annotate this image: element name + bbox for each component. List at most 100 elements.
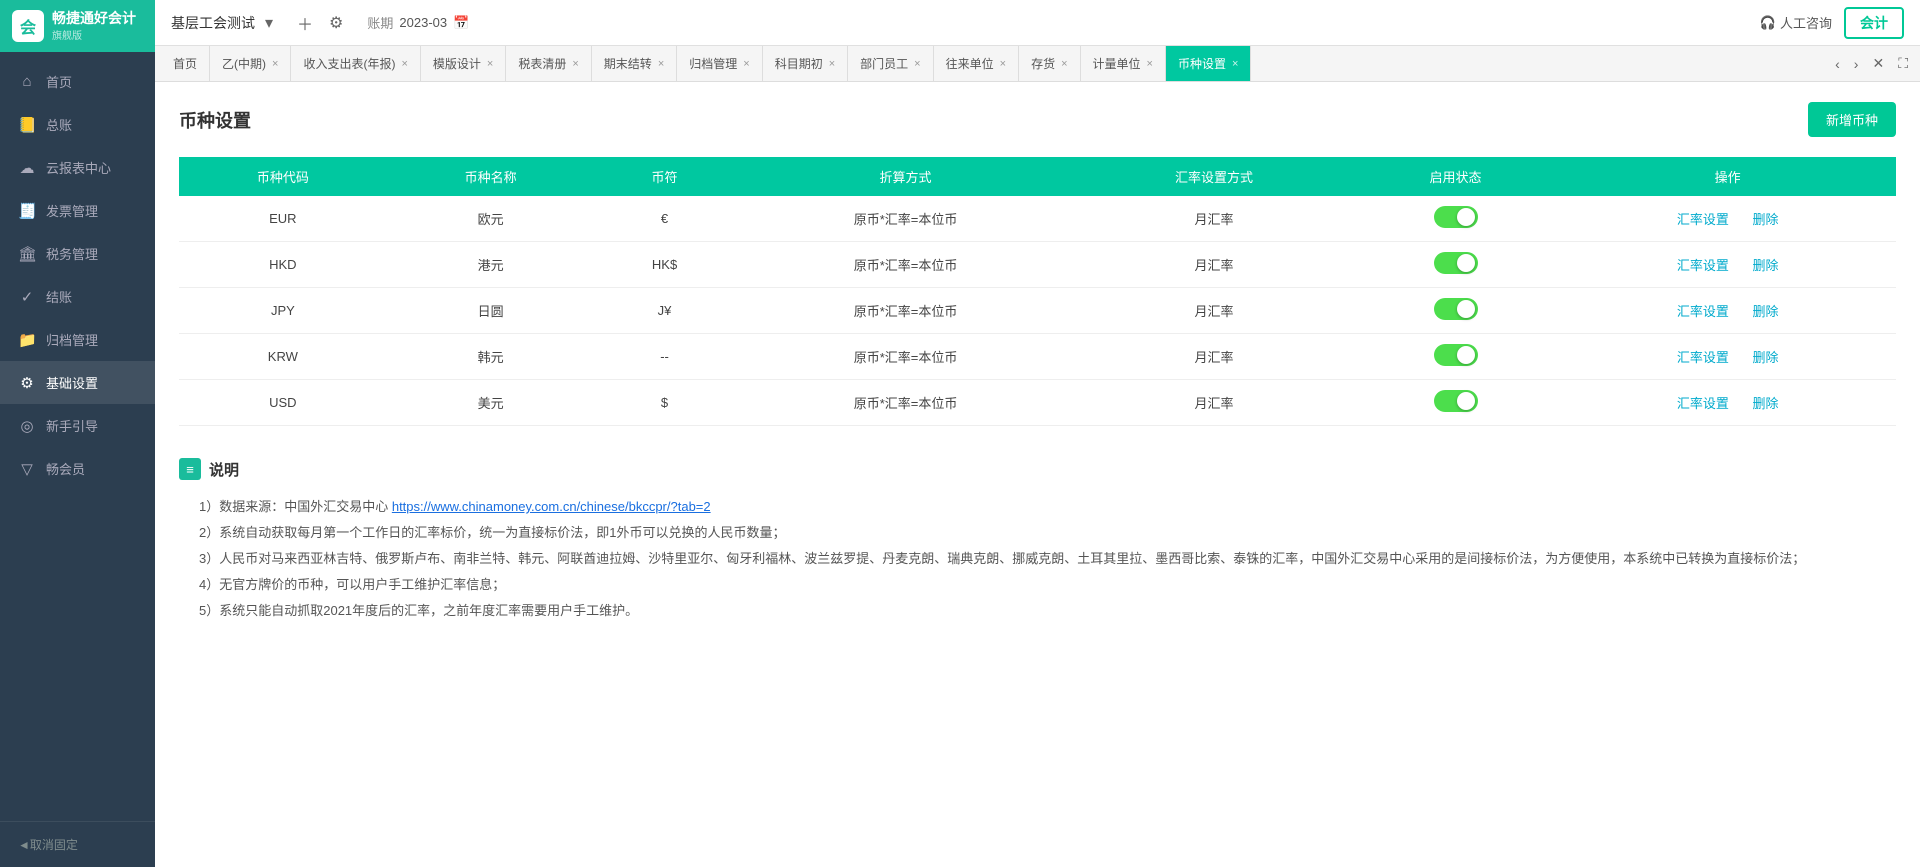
sidebar-item-reports[interactable]: ☁ 云报表中心 [0, 146, 155, 189]
cell-rate-type: 月汇率 [1076, 288, 1351, 334]
tab-stock[interactable]: 存货 × [1019, 46, 1080, 82]
calendar-icon[interactable]: 📅 [453, 15, 469, 31]
period-selector: 账期 2023-03 📅 [367, 13, 469, 32]
tab-template[interactable]: 模版设计 × [421, 46, 506, 82]
toggle-thumb [1457, 392, 1475, 410]
cell-status [1352, 288, 1560, 334]
tab-period-end[interactable]: 期末结转 × [592, 46, 677, 82]
rate-setting-link[interactable]: 汇率设置 [1677, 212, 1729, 227]
tabs-close-all-icon[interactable]: ✕ [1866, 51, 1890, 76]
period-label: 账期 [367, 13, 393, 32]
delete-link[interactable]: 删除 [1753, 304, 1779, 319]
tab-close-archive[interactable]: × [743, 58, 749, 70]
tab-close-unit[interactable]: × [1147, 58, 1153, 70]
status-toggle[interactable] [1434, 390, 1478, 412]
sidebar-item-tax[interactable]: 🏛 税务管理 [0, 232, 155, 275]
rate-setting-link[interactable]: 汇率设置 [1677, 396, 1729, 411]
tab-close-partner[interactable]: × [1000, 58, 1006, 70]
tab-subject-init[interactable]: 科目期初 × [763, 46, 848, 82]
sidebar-pin-toggle[interactable]: ◄取消固定 [0, 821, 155, 867]
cell-rate-type: 月汇率 [1076, 242, 1351, 288]
cell-action: 汇率设置 删除 [1559, 196, 1896, 242]
guide-icon: ◎ [18, 417, 36, 435]
tab-archive[interactable]: 归档管理 × [677, 46, 762, 82]
settlement-icon: ✓ [18, 288, 36, 306]
delete-link[interactable]: 删除 [1753, 350, 1779, 365]
tab-dept[interactable]: 部门员工 × [848, 46, 933, 82]
col-conversion: 折算方式 [735, 157, 1077, 196]
tabs-maximize-icon[interactable]: ⛶ [1892, 51, 1914, 76]
add-icon[interactable]: ＋ [293, 7, 317, 39]
cell-symbol: $ [594, 380, 734, 426]
tab-close-income[interactable]: × [401, 58, 407, 70]
sidebar-logo: 会 畅捷通好会计 旗舰版 [0, 0, 155, 52]
toggle-thumb [1457, 208, 1475, 226]
status-toggle[interactable] [1434, 206, 1478, 228]
sidebar-label-home: 首页 [46, 72, 72, 91]
archive-icon: 📁 [18, 331, 36, 349]
table-row: KRW 韩元 -- 原币*汇率=本位币 月汇率 汇率设置 删除 [179, 334, 1896, 380]
delete-link[interactable]: 删除 [1753, 212, 1779, 227]
tab-close-subject-init[interactable]: × [829, 58, 835, 70]
sidebar-item-settlement[interactable]: ✓ 结账 [0, 275, 155, 318]
cell-conversion: 原币*汇率=本位币 [735, 242, 1077, 288]
tab-close-stock[interactable]: × [1061, 58, 1067, 70]
status-toggle[interactable] [1434, 344, 1478, 366]
table-row: HKD 港元 HK$ 原币*汇率=本位币 月汇率 汇率设置 删除 [179, 242, 1896, 288]
sidebar-item-basic[interactable]: ⚙ 基础设置 [0, 361, 155, 404]
table-row: EUR 欧元 € 原币*汇率=本位币 月汇率 汇率设置 删除 [179, 196, 1896, 242]
tab-home[interactable]: 首页 [161, 46, 210, 82]
tab-close-dept[interactable]: × [914, 58, 920, 70]
tab-label-subject-init: 科目期初 [775, 55, 823, 72]
toggle-thumb [1457, 300, 1475, 318]
company-dropdown-icon[interactable]: ▾ [261, 9, 277, 37]
user-role-button[interactable]: 会计 [1844, 7, 1904, 39]
delete-link[interactable]: 删除 [1753, 396, 1779, 411]
tab-tax[interactable]: 税表清册 × [506, 46, 591, 82]
tab-close-balance[interactable]: × [272, 58, 278, 70]
toggle-thumb [1457, 254, 1475, 272]
sidebar-item-guide[interactable]: ◎ 新手引导 [0, 404, 155, 447]
ledger-icon: 📒 [18, 116, 36, 134]
status-toggle[interactable] [1434, 298, 1478, 320]
sidebar-item-home[interactable]: ⌂ 首页 [0, 60, 155, 103]
tab-close-currency[interactable]: × [1232, 58, 1238, 70]
period-value[interactable]: 2023-03 [399, 15, 447, 30]
rate-setting-link[interactable]: 汇率设置 [1677, 258, 1729, 273]
rate-setting-link[interactable]: 汇率设置 [1677, 304, 1729, 319]
tab-close-template[interactable]: × [487, 58, 493, 70]
sidebar-item-archive[interactable]: 📁 归档管理 [0, 318, 155, 361]
page-content: 币种设置 新增币种 币种代码 币种名称 币符 折算方式 汇率设置方式 启用状态 … [155, 82, 1920, 867]
cell-action: 汇率设置 删除 [1559, 334, 1896, 380]
cell-name: 美元 [387, 380, 595, 426]
tab-balance[interactable]: 乙(中期) × [210, 46, 291, 82]
cloud-icon: ☁ [18, 159, 36, 177]
tabs-next-icon[interactable]: › [1848, 52, 1865, 76]
tab-close-period-end[interactable]: × [658, 58, 664, 70]
tab-unit[interactable]: 计量单位 × [1081, 46, 1166, 82]
rate-setting-link[interactable]: 汇率设置 [1677, 350, 1729, 365]
sidebar-item-ledger[interactable]: 📒 总账 [0, 103, 155, 146]
notes-link[interactable]: https://www.chinamoney.com.cn/chinese/bk… [392, 499, 711, 514]
tab-partner[interactable]: 往来单位 × [934, 46, 1019, 82]
col-name: 币种名称 [387, 157, 595, 196]
sidebar-item-invoice[interactable]: 🧾 发票管理 [0, 189, 155, 232]
new-currency-button[interactable]: 新增币种 [1808, 102, 1896, 137]
tabs-prev-icon[interactable]: ‹ [1829, 52, 1846, 76]
help-button[interactable]: 🎧 人工咨询 [1760, 13, 1832, 32]
cell-rate-type: 月汇率 [1076, 196, 1351, 242]
tab-label-home: 首页 [173, 55, 197, 72]
sidebar-label-settlement: 结账 [46, 287, 72, 306]
sidebar-label-invoice: 发票管理 [46, 201, 98, 220]
company-selector[interactable]: 基层工会测试 ▾ [171, 9, 277, 37]
delete-link[interactable]: 删除 [1753, 258, 1779, 273]
status-toggle[interactable] [1434, 252, 1478, 274]
tab-close-tax[interactable]: × [572, 58, 578, 70]
note-item-5: 5）系统只能自动抓取2021年度后的汇率，之前年度汇率需要用户手工维护。 [195, 598, 1896, 624]
cell-conversion: 原币*汇率=本位币 [735, 380, 1077, 426]
settings-icon[interactable]: ⚙ [325, 9, 347, 37]
tab-currency[interactable]: 币种设置 × [1166, 46, 1251, 82]
tab-income[interactable]: 收入支出表(年报) × [291, 46, 420, 82]
sidebar-item-member[interactable]: ▽ 畅会员 [0, 447, 155, 490]
tab-label-partner: 往来单位 [946, 55, 994, 72]
